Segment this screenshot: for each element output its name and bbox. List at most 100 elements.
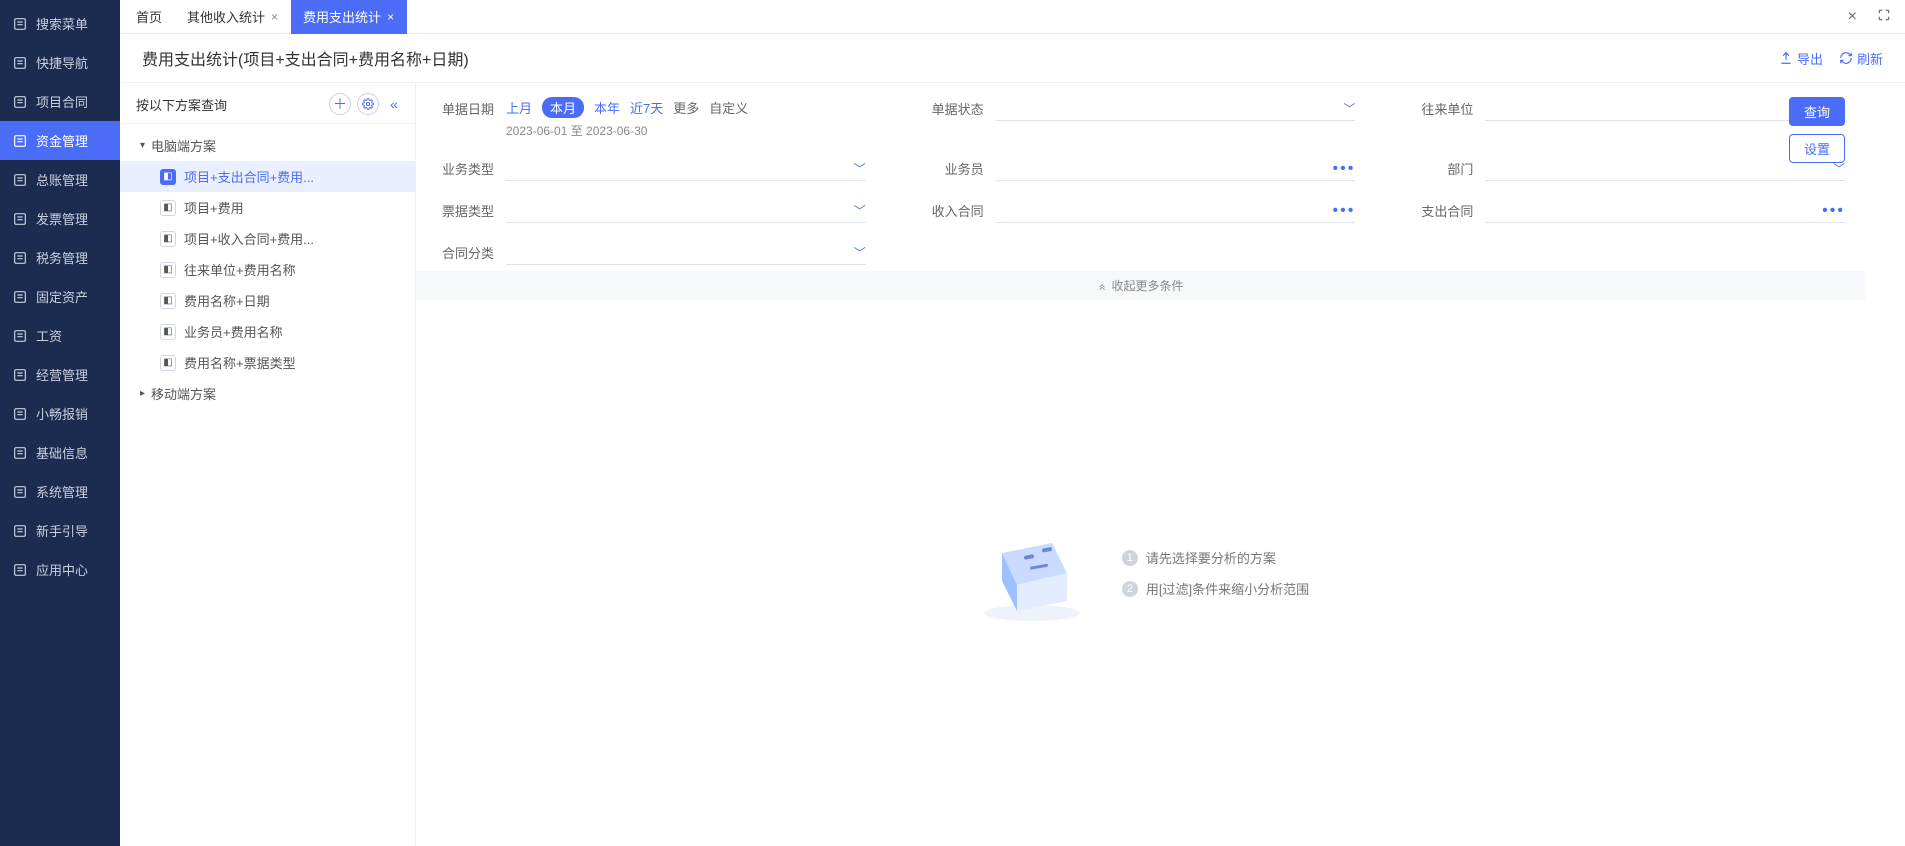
nav-label: 搜索菜单 [36, 14, 88, 33]
tab-2[interactable]: 费用支出统计× [291, 0, 407, 34]
nav-item-3[interactable]: 资金管理 [0, 121, 120, 160]
nav-item-12[interactable]: 系统管理 [0, 472, 120, 511]
date-opt-1[interactable]: 本月 [542, 97, 584, 118]
scheme-group-0[interactable]: ▾电脑端方案 [120, 130, 415, 161]
scheme-panel: 按以下方案查询 ＋ « ▾电脑端方案◧项目+支出合同+费用...◧项目+费用◧项… [120, 83, 416, 846]
filter-input-incontract[interactable]: ••• [996, 199, 1356, 223]
nav-item-1[interactable]: 快捷导航 [0, 43, 120, 82]
refresh-button[interactable]: 刷新 [1839, 49, 1883, 68]
collapse-scheme-icon[interactable]: « [385, 93, 403, 115]
nav-label: 应用中心 [36, 560, 88, 579]
wallet-icon [12, 133, 28, 149]
add-scheme-icon[interactable]: ＋ [329, 93, 351, 115]
nav-item-9[interactable]: 经营管理 [0, 355, 120, 394]
filter-salesman: 业务员 ••• [926, 157, 1356, 181]
export-button[interactable]: 导出 [1779, 49, 1823, 68]
target-icon: ◧ [160, 169, 176, 185]
filter-billtype: 票据类型﹀ [436, 199, 866, 223]
nav-item-5[interactable]: 发票管理 [0, 199, 120, 238]
apps-icon [12, 562, 28, 578]
filter-form: 单据日期上月本月本年近7天更多自定义2023-06-01 至 2023-06-3… [416, 83, 1865, 271]
filter-input-salesman[interactable]: ••• [996, 157, 1356, 181]
scheme-item-0-1[interactable]: ◧项目+费用 [120, 192, 415, 223]
doc-icon: ◧ [160, 355, 176, 371]
close-icon[interactable]: × [387, 10, 394, 24]
filter-input-status[interactable]: ﹀ [996, 97, 1356, 121]
nav-item-2[interactable]: 项目合同 [0, 82, 120, 121]
scheme-item-label: 业务员+费用名称 [184, 322, 283, 341]
filter-dept: 部门﹀ [1415, 157, 1845, 181]
empty-illustration [972, 523, 1092, 623]
close-all-icon[interactable]: × [1838, 8, 1867, 26]
filter-partner: 往来单位••• [1415, 97, 1845, 139]
caret-icon: ▸ [140, 388, 145, 399]
nav-label: 资金管理 [36, 131, 88, 150]
close-icon[interactable]: × [271, 10, 278, 24]
scheme-group-1[interactable]: ▸移动端方案 [120, 378, 415, 409]
nav-item-8[interactable]: 工资 [0, 316, 120, 355]
nav-item-0[interactable]: 搜索菜单 [0, 4, 120, 43]
scheme-settings-icon[interactable] [357, 93, 379, 115]
ledger-icon [12, 172, 28, 188]
scheme-item-label: 费用名称+日期 [184, 291, 270, 310]
date-opt-2[interactable]: 本年 [594, 98, 620, 117]
nav-label: 小畅报销 [36, 404, 88, 423]
filter-input-contractcat[interactable]: ﹀ [506, 241, 866, 265]
date-opt-3[interactable]: 近7天 [630, 98, 663, 117]
nav-item-6[interactable]: 税务管理 [0, 238, 120, 277]
filter-outcontract: 支出合同••• [1415, 199, 1845, 223]
nav-item-13[interactable]: 新手引导 [0, 511, 120, 550]
filter-input-outcontract[interactable]: ••• [1485, 199, 1845, 223]
filter-label: 业务员 [926, 157, 984, 178]
page-header: 费用支出统计(项目+支出合同+费用名称+日期) 导出 刷新 [120, 34, 1905, 83]
nav-item-10[interactable]: 小畅报销 [0, 394, 120, 433]
nav-item-4[interactable]: 总账管理 [0, 160, 120, 199]
scheme-item-0-0[interactable]: ◧ 项目+支出合同+费用... [120, 161, 415, 192]
cal-icon: ◧ [160, 324, 176, 340]
scheme-item-0-3[interactable]: ◧往来单位+费用名称 [120, 254, 415, 285]
nav-item-11[interactable]: 基础信息 [0, 433, 120, 472]
settings-button[interactable]: 设置 [1789, 134, 1845, 163]
filter-date: 单据日期上月本月本年近7天更多自定义2023-06-01 至 2023-06-3… [436, 97, 866, 139]
nav-label: 系统管理 [36, 482, 88, 501]
filter-incontract: 收入合同••• [926, 199, 1356, 223]
filter-label: 单据日期 [436, 97, 494, 118]
date-opt-0[interactable]: 上月 [506, 98, 532, 117]
nav-label: 基础信息 [36, 443, 88, 462]
nav-item-7[interactable]: 固定资产 [0, 277, 120, 316]
chevron-down-icon: ﹀ [854, 202, 866, 219]
fullscreen-icon[interactable] [1867, 8, 1901, 25]
nav-label: 新手引导 [36, 521, 88, 540]
tab-1[interactable]: 其他收入统计× [175, 0, 291, 34]
bars-icon: ◧ [160, 200, 176, 216]
empty-step-2: 用[过滤]条件来缩小分析范围 [1146, 579, 1309, 598]
scheme-item-0-2[interactable]: ◧项目+收入合同+费用... [120, 223, 415, 254]
filter-label: 单据状态 [926, 97, 984, 118]
collapse-filters-button[interactable]: 收起更多条件 [416, 271, 1865, 300]
date-opt-4[interactable]: 更多 [673, 98, 699, 117]
tab-bar: 首页其他收入统计×费用支出统计× × [120, 0, 1905, 34]
scheme-item-0-5[interactable]: ◧ 业务员+费用名称 [120, 316, 415, 347]
scheme-item-0-4[interactable]: ◧费用名称+日期 [120, 285, 415, 316]
scheme-item-label: 项目+支出合同+费用... [184, 167, 314, 186]
nav-item-14[interactable]: 应用中心 [0, 550, 120, 589]
filter-input-biztype[interactable]: ﹀ [506, 157, 866, 181]
more-icon: ••• [1333, 160, 1356, 178]
scheme-tree: ▾电脑端方案 ◧ 项目+支出合同+费用... ◧项目+费用◧项目+收入合同+费用...… [120, 124, 415, 415]
scheme-item-0-6[interactable]: ◧费用名称+票据类型 [120, 347, 415, 378]
invoice-icon [12, 211, 28, 227]
nav-label: 总账管理 [36, 170, 88, 189]
more-icon: ••• [1822, 202, 1845, 220]
left-sidebar: 搜索菜单快捷导航项目合同资金管理总账管理发票管理税务管理固定资产工资经营管理小畅… [0, 0, 120, 846]
group-label: 电脑端方案 [151, 136, 216, 155]
date-opt-5[interactable]: 自定义 [709, 98, 748, 117]
tax-icon [12, 250, 28, 266]
filter-input-billtype[interactable]: ﹀ [506, 199, 866, 223]
asset-icon [12, 289, 28, 305]
filter-biztype: 业务类型﹀ [436, 157, 866, 181]
tab-0[interactable]: 首页 [124, 0, 175, 34]
page-title: 费用支出统计(项目+支出合同+费用名称+日期) [142, 46, 1763, 70]
home-icon [12, 55, 28, 71]
empty-step-1: 请先选择要分析的方案 [1146, 548, 1276, 567]
query-button[interactable]: 查询 [1789, 97, 1845, 126]
